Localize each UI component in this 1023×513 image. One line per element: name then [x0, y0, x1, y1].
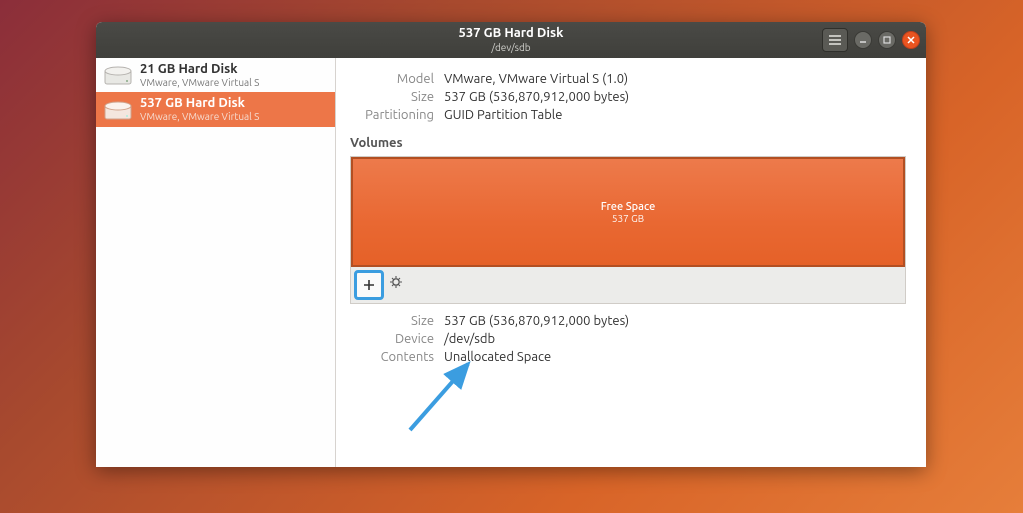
disk-sidebar: 21 GB Hard Disk VMware, VMware Virtual S…	[96, 58, 336, 467]
minimize-icon	[859, 36, 867, 44]
titlebar-controls	[822, 22, 920, 58]
volumes-heading: Volumes	[350, 136, 906, 150]
info-row-model: Model VMware, VMware Virtual S (1.0)	[346, 72, 906, 86]
info-value: Unallocated Space	[444, 350, 551, 364]
sidebar-item-disk-1[interactable]: 537 GB Hard Disk VMware, VMware Virtual …	[96, 92, 335, 126]
create-partition-button[interactable]	[354, 270, 384, 300]
titlebar: 537 GB Hard Disk /dev/sdb	[96, 22, 926, 58]
minimize-button[interactable]	[854, 31, 872, 49]
window-subtitle: /dev/sdb	[96, 42, 926, 54]
info-label: Model	[346, 72, 434, 86]
info-label: Size	[346, 314, 434, 328]
disk-title: 21 GB Hard Disk	[140, 62, 259, 77]
info-label: Device	[346, 332, 434, 346]
window-title: 537 GB Hard Disk	[96, 26, 926, 42]
maximize-button[interactable]	[878, 31, 896, 49]
info-label: Partitioning	[346, 108, 434, 122]
plus-icon	[363, 279, 375, 291]
window-body: 21 GB Hard Disk VMware, VMware Virtual S…	[96, 58, 926, 467]
volume-details: Size 537 GB (536,870,912,000 bytes) Devi…	[346, 314, 906, 364]
disk-subtitle: VMware, VMware Virtual S	[140, 77, 259, 89]
volume-toolbar	[350, 267, 906, 304]
disk-title: 537 GB Hard Disk	[140, 96, 259, 111]
info-label: Contents	[346, 350, 434, 364]
titlebar-center: 537 GB Hard Disk /dev/sdb	[96, 26, 926, 54]
volume-free-space[interactable]: Free Space 537 GB	[351, 157, 905, 267]
info-label: Size	[346, 90, 434, 104]
hdd-icon	[104, 99, 132, 121]
info-value: GUID Partition Table	[444, 108, 562, 122]
info-value: /dev/sdb	[444, 332, 495, 346]
sidebar-item-disk-0[interactable]: 21 GB Hard Disk VMware, VMware Virtual S	[96, 58, 335, 92]
close-button[interactable]	[902, 31, 920, 49]
volume-label: Free Space	[601, 201, 656, 213]
info-value: 537 GB (536,870,912,000 bytes)	[444, 90, 629, 104]
gear-icon	[390, 276, 402, 288]
info-value: VMware, VMware Virtual S (1.0)	[444, 72, 628, 86]
hamburger-icon	[829, 35, 841, 45]
info-row-partitioning: Partitioning GUID Partition Table	[346, 108, 906, 122]
hdd-icon	[104, 64, 132, 86]
sidebar-item-text: 537 GB Hard Disk VMware, VMware Virtual …	[140, 96, 259, 122]
sidebar-item-text: 21 GB Hard Disk VMware, VMware Virtual S	[140, 62, 259, 88]
menu-button[interactable]	[822, 28, 848, 52]
close-icon	[907, 36, 915, 44]
partition-options-button[interactable]	[384, 270, 408, 294]
maximize-icon	[883, 36, 891, 44]
disks-window: 537 GB Hard Disk /dev/sdb	[96, 22, 926, 467]
volume-map: Free Space 537 GB	[350, 156, 906, 267]
volume-size: 537 GB	[612, 213, 644, 224]
main-panel: Model VMware, VMware Virtual S (1.0) Siz…	[336, 58, 926, 467]
info-value: 537 GB (536,870,912,000 bytes)	[444, 314, 629, 328]
info-row-size2: Size 537 GB (536,870,912,000 bytes)	[346, 314, 906, 328]
info-row-device: Device /dev/sdb	[346, 332, 906, 346]
info-row-size: Size 537 GB (536,870,912,000 bytes)	[346, 90, 906, 104]
info-row-contents: Contents Unallocated Space	[346, 350, 906, 364]
disk-subtitle: VMware, VMware Virtual S	[140, 111, 259, 123]
